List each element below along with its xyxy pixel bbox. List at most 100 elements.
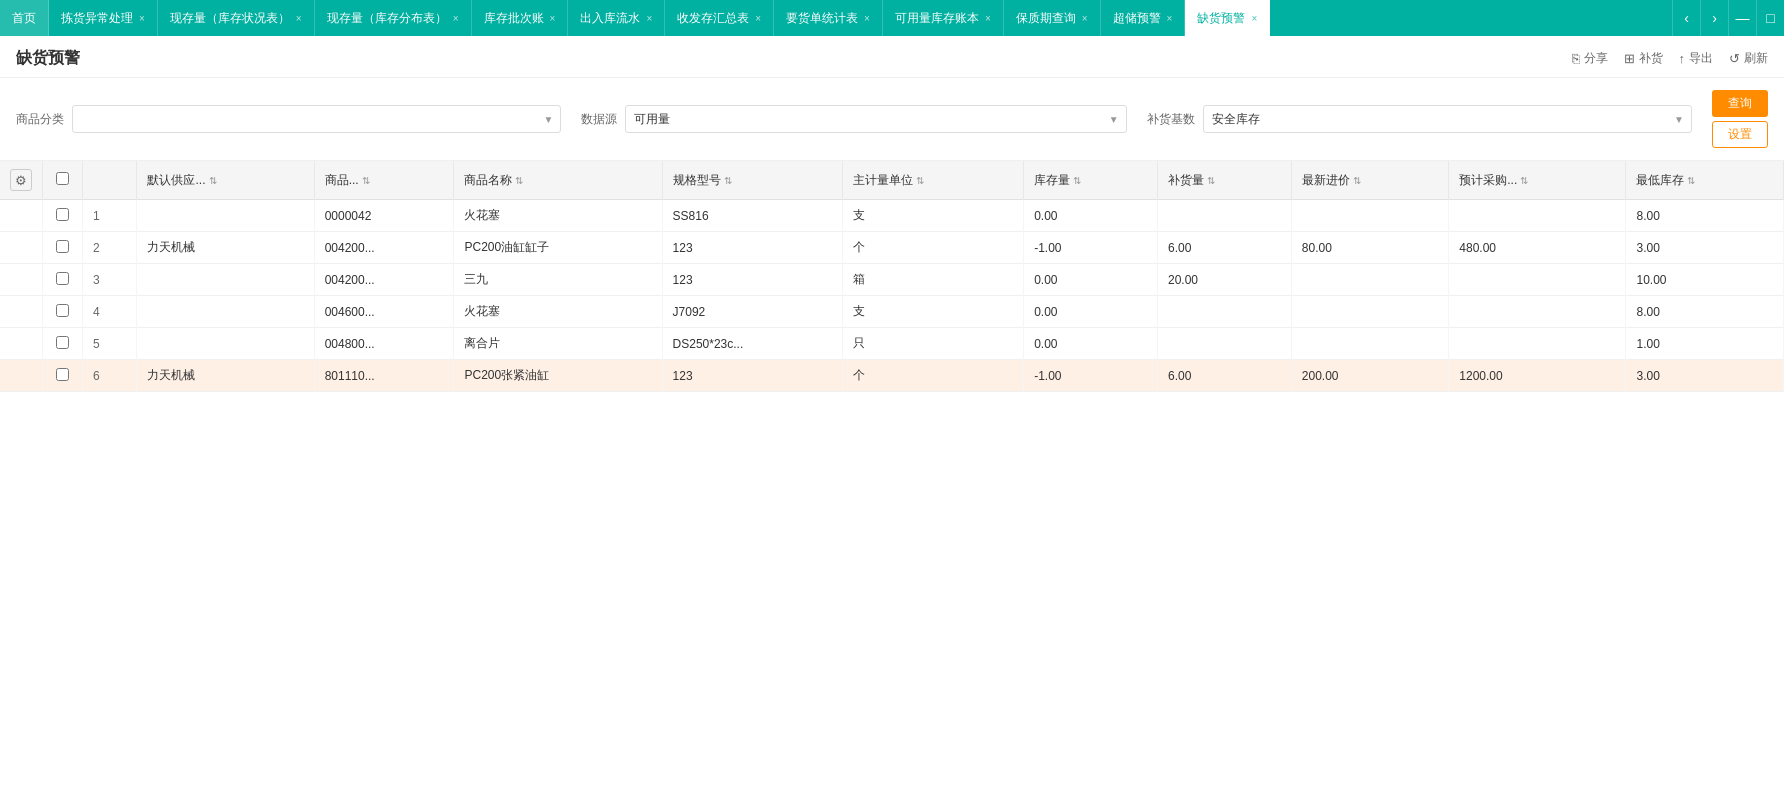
replenish-base-select-wrapper: 安全库存 ▼ xyxy=(1203,105,1692,133)
refresh-icon: ↺ xyxy=(1729,51,1740,66)
sort-icon: ⇅ xyxy=(1687,175,1695,186)
close-icon[interactable]: × xyxy=(1082,13,1088,24)
export-button[interactable]: ↑ 导出 xyxy=(1679,50,1714,67)
share-button[interactable]: ⎘ 分享 xyxy=(1572,50,1608,67)
datasource-select-wrapper: 可用量 ▼ xyxy=(625,105,1126,133)
cell-min-stock: 8.00 xyxy=(1626,296,1784,328)
cell-estimated-purchase xyxy=(1449,264,1626,296)
cell-inventory: 0.00 xyxy=(1024,264,1158,296)
close-icon[interactable]: × xyxy=(550,13,556,24)
gear-icon[interactable]: ⚙ xyxy=(10,169,32,191)
sort-icon: ⇅ xyxy=(362,175,370,186)
close-icon[interactable]: × xyxy=(1167,13,1173,24)
cell-replenish xyxy=(1157,328,1291,360)
nav-item-home[interactable]: 首页 xyxy=(0,0,49,36)
nav-prev-button[interactable]: ‹ xyxy=(1672,0,1700,36)
cell-unit: 只 xyxy=(843,328,1024,360)
nav-minimize-button[interactable]: — xyxy=(1728,0,1756,36)
th-estimated-purchase: 预计采购... ⇅ xyxy=(1449,161,1626,200)
nav-item-overstock[interactable]: 超储预警 × xyxy=(1101,0,1186,36)
select-all-checkbox[interactable] xyxy=(56,172,69,185)
close-icon[interactable]: × xyxy=(755,13,761,24)
settings-cell xyxy=(0,232,43,264)
row-checkbox[interactable] xyxy=(56,240,69,253)
cell-inventory: -1.00 xyxy=(1024,232,1158,264)
th-checkbox xyxy=(43,161,83,200)
settings-cell xyxy=(0,328,43,360)
replenish-icon: ⊞ xyxy=(1624,51,1635,66)
row-checkbox[interactable] xyxy=(56,368,69,381)
th-product-name: 商品名称 ⇅ xyxy=(454,161,662,200)
nav-item-receipt-summary[interactable]: 收发存汇总表 × xyxy=(665,0,774,36)
replenish-button[interactable]: ⊞ 补货 xyxy=(1624,50,1663,67)
header-actions: ⎘ 分享 ⊞ 补货 ↑ 导出 ↺ 刷新 xyxy=(1572,50,1769,67)
export-icon: ↑ xyxy=(1679,51,1686,66)
cell-unit: 个 xyxy=(843,360,1024,392)
row-checkbox[interactable] xyxy=(56,336,69,349)
cell-unit: 支 xyxy=(843,296,1024,328)
nav-next-button[interactable]: › xyxy=(1700,0,1728,36)
checkbox-cell xyxy=(43,264,83,296)
row-checkbox[interactable] xyxy=(56,208,69,221)
query-button[interactable]: 查询 xyxy=(1712,90,1768,117)
cell-product-name: PC200油缸缸子 xyxy=(454,232,662,264)
th-inventory: 库存量 ⇅ xyxy=(1024,161,1158,200)
row-number: 5 xyxy=(83,328,137,360)
nav-item-inventory-dist[interactable]: 现存量（库存分布表） × xyxy=(315,0,472,36)
cell-inventory: 0.00 xyxy=(1024,296,1158,328)
cell-latest-price xyxy=(1291,328,1448,360)
sort-icon: ⇅ xyxy=(1520,175,1528,186)
nav-item-abnormal[interactable]: 拣货异常处理 × xyxy=(49,0,158,36)
settings-button[interactable]: 设置 xyxy=(1712,121,1768,148)
cell-latest-price xyxy=(1291,296,1448,328)
close-icon[interactable]: × xyxy=(646,13,652,24)
cell-replenish: 6.00 xyxy=(1157,360,1291,392)
nav-item-shortage[interactable]: 缺货预警 × xyxy=(1185,0,1270,36)
filter-replenish-base-group: 补货基数 安全库存 ▼ xyxy=(1147,105,1692,133)
cell-inventory: -1.00 xyxy=(1024,360,1158,392)
filter-category-group: 商品分类 ▼ xyxy=(16,105,561,133)
cell-product-name: 离合片 xyxy=(454,328,662,360)
data-table: ⚙ 默认供应... ⇅ 商品... xyxy=(0,161,1784,392)
nav-maximize-button[interactable]: □ xyxy=(1756,0,1784,36)
th-min-stock: 最低库存 ⇅ xyxy=(1626,161,1784,200)
sort-icon: ⇅ xyxy=(209,175,217,186)
nav-item-order-stats[interactable]: 要货单统计表 × xyxy=(774,0,883,36)
close-icon[interactable]: × xyxy=(985,13,991,24)
cell-latest-price xyxy=(1291,200,1448,232)
cell-min-stock: 3.00 xyxy=(1626,360,1784,392)
refresh-button[interactable]: ↺ 刷新 xyxy=(1729,50,1768,67)
datasource-label: 数据源 xyxy=(581,111,617,128)
cell-unit: 个 xyxy=(843,232,1024,264)
checkbox-cell xyxy=(43,360,83,392)
category-select[interactable] xyxy=(72,105,561,133)
replenish-base-label: 补货基数 xyxy=(1147,111,1195,128)
sort-icon: ⇅ xyxy=(515,175,523,186)
cell-replenish: 20.00 xyxy=(1157,264,1291,296)
row-checkbox[interactable] xyxy=(56,272,69,285)
nav-item-batch-account[interactable]: 库存批次账 × xyxy=(472,0,569,36)
cell-estimated-purchase: 1200.00 xyxy=(1449,360,1626,392)
close-icon[interactable]: × xyxy=(1251,13,1257,24)
nav-item-available-ledger[interactable]: 可用量库存账本 × xyxy=(883,0,1004,36)
cell-spec: SS816 xyxy=(662,200,843,232)
sort-icon: ⇅ xyxy=(916,175,924,186)
close-icon[interactable]: × xyxy=(296,13,302,24)
nav-item-expiry-query[interactable]: 保质期查询 × xyxy=(1004,0,1101,36)
close-icon[interactable]: × xyxy=(139,13,145,24)
th-replenish: 补货量 ⇅ xyxy=(1157,161,1291,200)
cell-estimated-purchase xyxy=(1449,328,1626,360)
filter-datasource-group: 数据源 可用量 ▼ xyxy=(581,105,1126,133)
nav-item-inventory-status[interactable]: 现存量（库存状况表） × xyxy=(158,0,315,36)
cell-latest-price xyxy=(1291,264,1448,296)
checkbox-cell xyxy=(43,200,83,232)
row-number: 1 xyxy=(83,200,137,232)
settings-cell xyxy=(0,360,43,392)
datasource-select[interactable]: 可用量 xyxy=(625,105,1126,133)
close-icon[interactable]: × xyxy=(864,13,870,24)
sort-icon: ⇅ xyxy=(1073,175,1081,186)
row-checkbox[interactable] xyxy=(56,304,69,317)
close-icon[interactable]: × xyxy=(453,13,459,24)
nav-item-inout-flow[interactable]: 出入库流水 × xyxy=(568,0,665,36)
replenish-base-select[interactable]: 安全库存 xyxy=(1203,105,1692,133)
